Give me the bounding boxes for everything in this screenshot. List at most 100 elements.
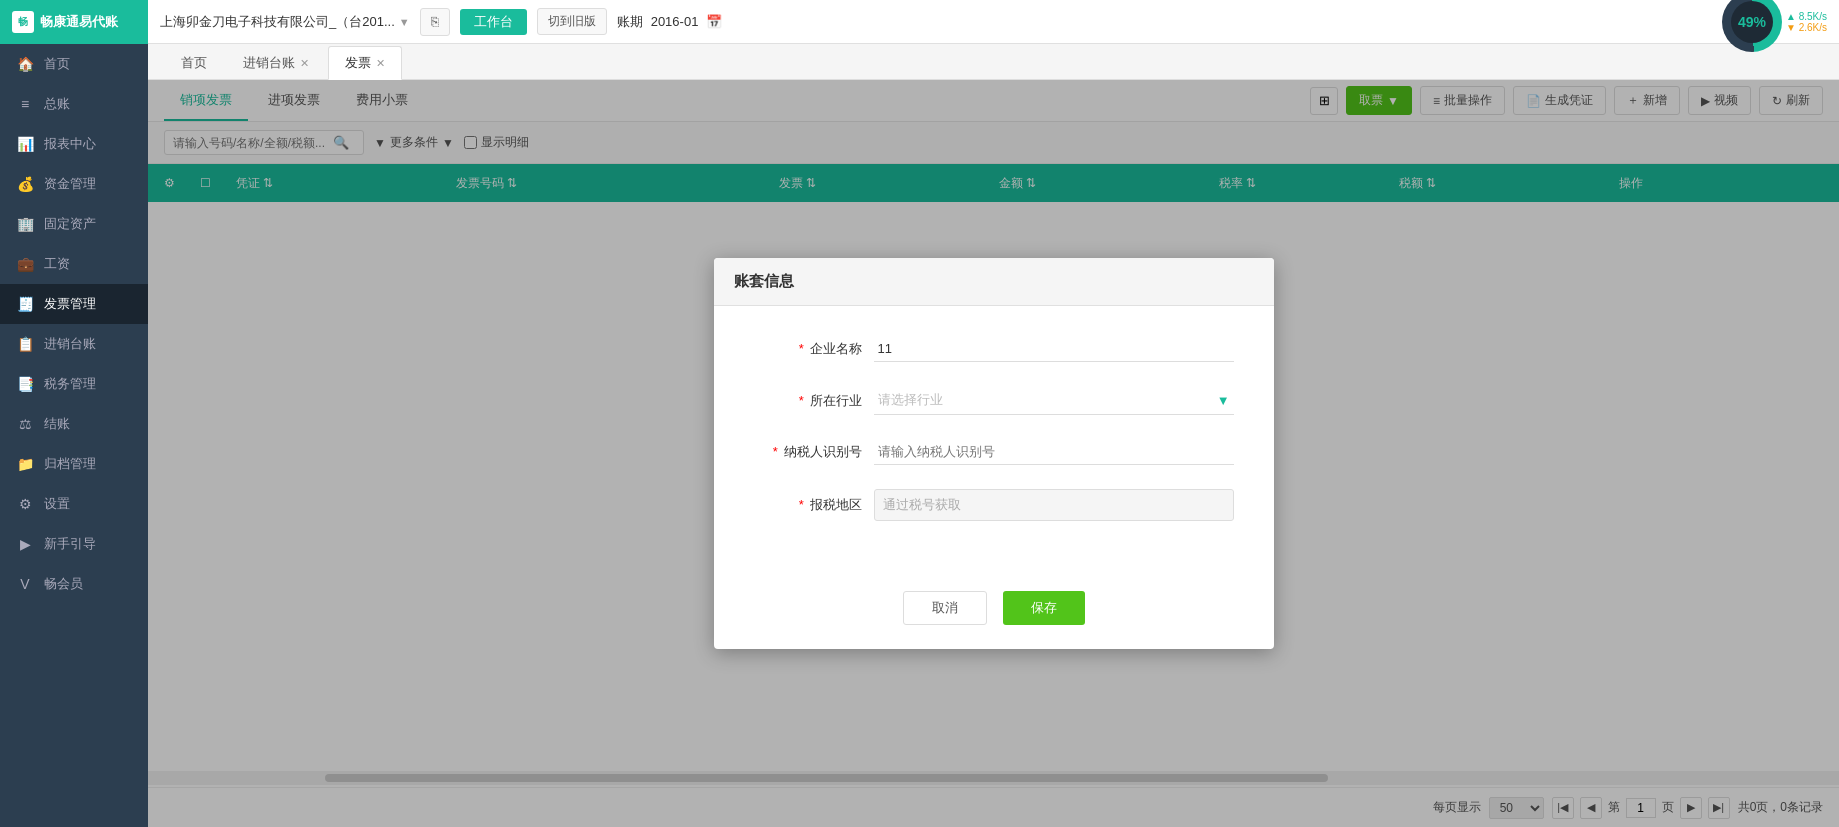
save-button[interactable]: 保存 — [1003, 591, 1085, 625]
tax-icon: 📑 — [16, 376, 34, 392]
company-chevron-icon: ▼ — [399, 16, 410, 28]
speed-percent: 49% — [1731, 1, 1773, 43]
sidebar-item-label: 资金管理 — [44, 175, 96, 193]
tax-id-label: * 纳税人识别号 — [754, 443, 874, 461]
settle-icon: ⚖ — [16, 416, 34, 432]
tabs-bar: 首页 进销台账 ✕ 发票 ✕ — [148, 44, 1839, 80]
sidebar-item-archive[interactable]: 📁 归档管理 — [0, 444, 148, 484]
industry-placeholder: 请选择行业 — [878, 391, 943, 409]
tax-region-label: * 报税地区 — [754, 496, 874, 514]
industry-select[interactable]: 请选择行业 ▼ — [874, 386, 1234, 415]
sidebar-item-label: 固定资产 — [44, 215, 96, 233]
period-value: 2016-01 — [651, 14, 699, 29]
sidebar-item-purchase[interactable]: 📋 进销台账 — [0, 324, 148, 364]
calendar-icon[interactable]: 📅 — [706, 14, 722, 29]
archive-icon: 📁 — [16, 456, 34, 472]
sidebar-item-guide[interactable]: ▶ 新手引导 — [0, 524, 148, 564]
copy-icon-btn[interactable]: ⎘ — [420, 8, 450, 36]
sidebar-item-salary[interactable]: 💼 工资 — [0, 244, 148, 284]
dialog-footer: 取消 保存 — [714, 575, 1274, 649]
invoice-icon: 🧾 — [16, 296, 34, 312]
sidebar-item-label: 报表中心 — [44, 135, 96, 153]
sidebar-item-label: 税务管理 — [44, 375, 96, 393]
fixed-icon: 🏢 — [16, 216, 34, 232]
dialog-body: * 企业名称 * 所在行业 请选择行业 ▼ — [714, 306, 1274, 575]
company-name-input[interactable] — [874, 336, 1234, 362]
ledger-icon: ≡ — [16, 96, 34, 112]
speed-down: ▼ 2.6K/s — [1786, 22, 1827, 33]
switch-version-button[interactable]: 切到旧版 — [537, 8, 607, 35]
sidebar-item-settle[interactable]: ⚖ 结账 — [0, 404, 148, 444]
sidebar-item-label: 总账 — [44, 95, 70, 113]
tab-invoice[interactable]: 发票 ✕ — [328, 46, 402, 80]
speed-indicator: 49% ▲ 8.5K/s ▼ 2.6K/s — [1722, 0, 1827, 52]
home-icon: 🏠 — [16, 56, 34, 72]
topbar: 上海卯金刀电子科技有限公司_（台201... ▼ ⎘ 工作台 切到旧版 账期 2… — [148, 0, 1839, 44]
salary-icon: 💼 — [16, 256, 34, 272]
report-icon: 📊 — [16, 136, 34, 152]
sidebar-item-capital[interactable]: 💰 资金管理 — [0, 164, 148, 204]
tab-purchase-close-icon[interactable]: ✕ — [300, 57, 309, 70]
copy-icon: ⎘ — [431, 14, 439, 29]
sidebar-item-fixed[interactable]: 🏢 固定资产 — [0, 204, 148, 244]
sidebar-item-settings[interactable]: ⚙ 设置 — [0, 484, 148, 524]
sidebar: 畅 畅康通易代账 🏠 首页 ≡ 总账 📊 报表中心 💰 资金管理 🏢 固定资产 … — [0, 0, 148, 827]
workbench-button[interactable]: 工作台 — [460, 9, 527, 35]
company-selector[interactable]: 上海卯金刀电子科技有限公司_（台201... ▼ — [160, 13, 410, 31]
main-content: 上海卯金刀电子科技有限公司_（台201... ▼ ⎘ 工作台 切到旧版 账期 2… — [148, 0, 1839, 827]
content-area: 销项发票 进项发票 费用小票 ⊞ 取票 ▼ ≡ 批量操作 📄 — [148, 80, 1839, 827]
speed-up: ▲ 8.5K/s — [1786, 11, 1827, 22]
sidebar-item-label: 新手引导 — [44, 535, 96, 553]
sidebar-item-member[interactable]: V 畅会员 — [0, 564, 148, 604]
sidebar-item-invoice[interactable]: 🧾 发票管理 — [0, 284, 148, 324]
sidebar-item-label: 工资 — [44, 255, 70, 273]
sidebar-item-label: 归档管理 — [44, 455, 96, 473]
period-label: 账期 — [617, 13, 643, 31]
industry-label: * 所在行业 — [754, 392, 874, 410]
sidebar-item-label: 结账 — [44, 415, 70, 433]
cancel-button[interactable]: 取消 — [903, 591, 987, 625]
required-marker: * — [799, 497, 804, 512]
topbar-right: 49% ▲ 8.5K/s ▼ 2.6K/s — [1722, 0, 1827, 52]
speed-circle: 49% — [1722, 0, 1782, 52]
sidebar-item-label: 进销台账 — [44, 335, 96, 353]
tab-home-label: 首页 — [181, 54, 207, 72]
sidebar-item-label: 设置 — [44, 495, 70, 513]
industry-chevron-icon: ▼ — [1217, 393, 1230, 408]
tax-id-input[interactable] — [874, 439, 1234, 465]
tab-invoice-close-icon[interactable]: ✕ — [376, 57, 385, 70]
required-marker: * — [799, 341, 804, 356]
tax-id-row: * 纳税人识别号 — [754, 439, 1234, 465]
tab-purchase[interactable]: 进销台账 ✕ — [226, 46, 326, 79]
sidebar-item-ledger[interactable]: ≡ 总账 — [0, 84, 148, 124]
settings-icon: ⚙ — [16, 496, 34, 512]
company-name-label: * 企业名称 — [754, 340, 874, 358]
sidebar-item-label: 首页 — [44, 55, 70, 73]
industry-row: * 所在行业 请选择行业 ▼ — [754, 386, 1234, 415]
tax-region-row: * 报税地区 通过税号获取 — [754, 489, 1234, 521]
member-icon: V — [16, 576, 34, 592]
sidebar-item-label: 畅会员 — [44, 575, 83, 593]
period-display: 账期 2016-01 📅 — [617, 13, 723, 31]
logo-text: 畅康通易代账 — [40, 13, 118, 31]
purchase-icon: 📋 — [16, 336, 34, 352]
speed-rates: ▲ 8.5K/s ▼ 2.6K/s — [1786, 11, 1827, 33]
tax-region-display: 通过税号获取 — [874, 489, 1234, 521]
tab-home[interactable]: 首页 — [164, 46, 224, 79]
company-name: 上海卯金刀电子科技有限公司_（台201... — [160, 13, 395, 31]
sidebar-item-tax[interactable]: 📑 税务管理 — [0, 364, 148, 404]
sidebar-item-label: 发票管理 — [44, 295, 96, 313]
guide-icon: ▶ — [16, 536, 34, 552]
dialog-title: 账套信息 — [714, 258, 1274, 306]
company-name-row: * 企业名称 — [754, 336, 1234, 362]
modal-overlay: 账套信息 * 企业名称 * 所在行业 — [148, 80, 1839, 827]
app-logo: 畅 畅康通易代账 — [0, 0, 148, 44]
sidebar-item-home[interactable]: 🏠 首页 — [0, 44, 148, 84]
tab-invoice-label: 发票 — [345, 54, 371, 72]
capital-icon: 💰 — [16, 176, 34, 192]
account-info-dialog: 账套信息 * 企业名称 * 所在行业 — [714, 258, 1274, 649]
required-marker: * — [773, 444, 778, 459]
sidebar-item-report[interactable]: 📊 报表中心 — [0, 124, 148, 164]
required-marker: * — [799, 393, 804, 408]
logo-icon: 畅 — [12, 11, 34, 33]
